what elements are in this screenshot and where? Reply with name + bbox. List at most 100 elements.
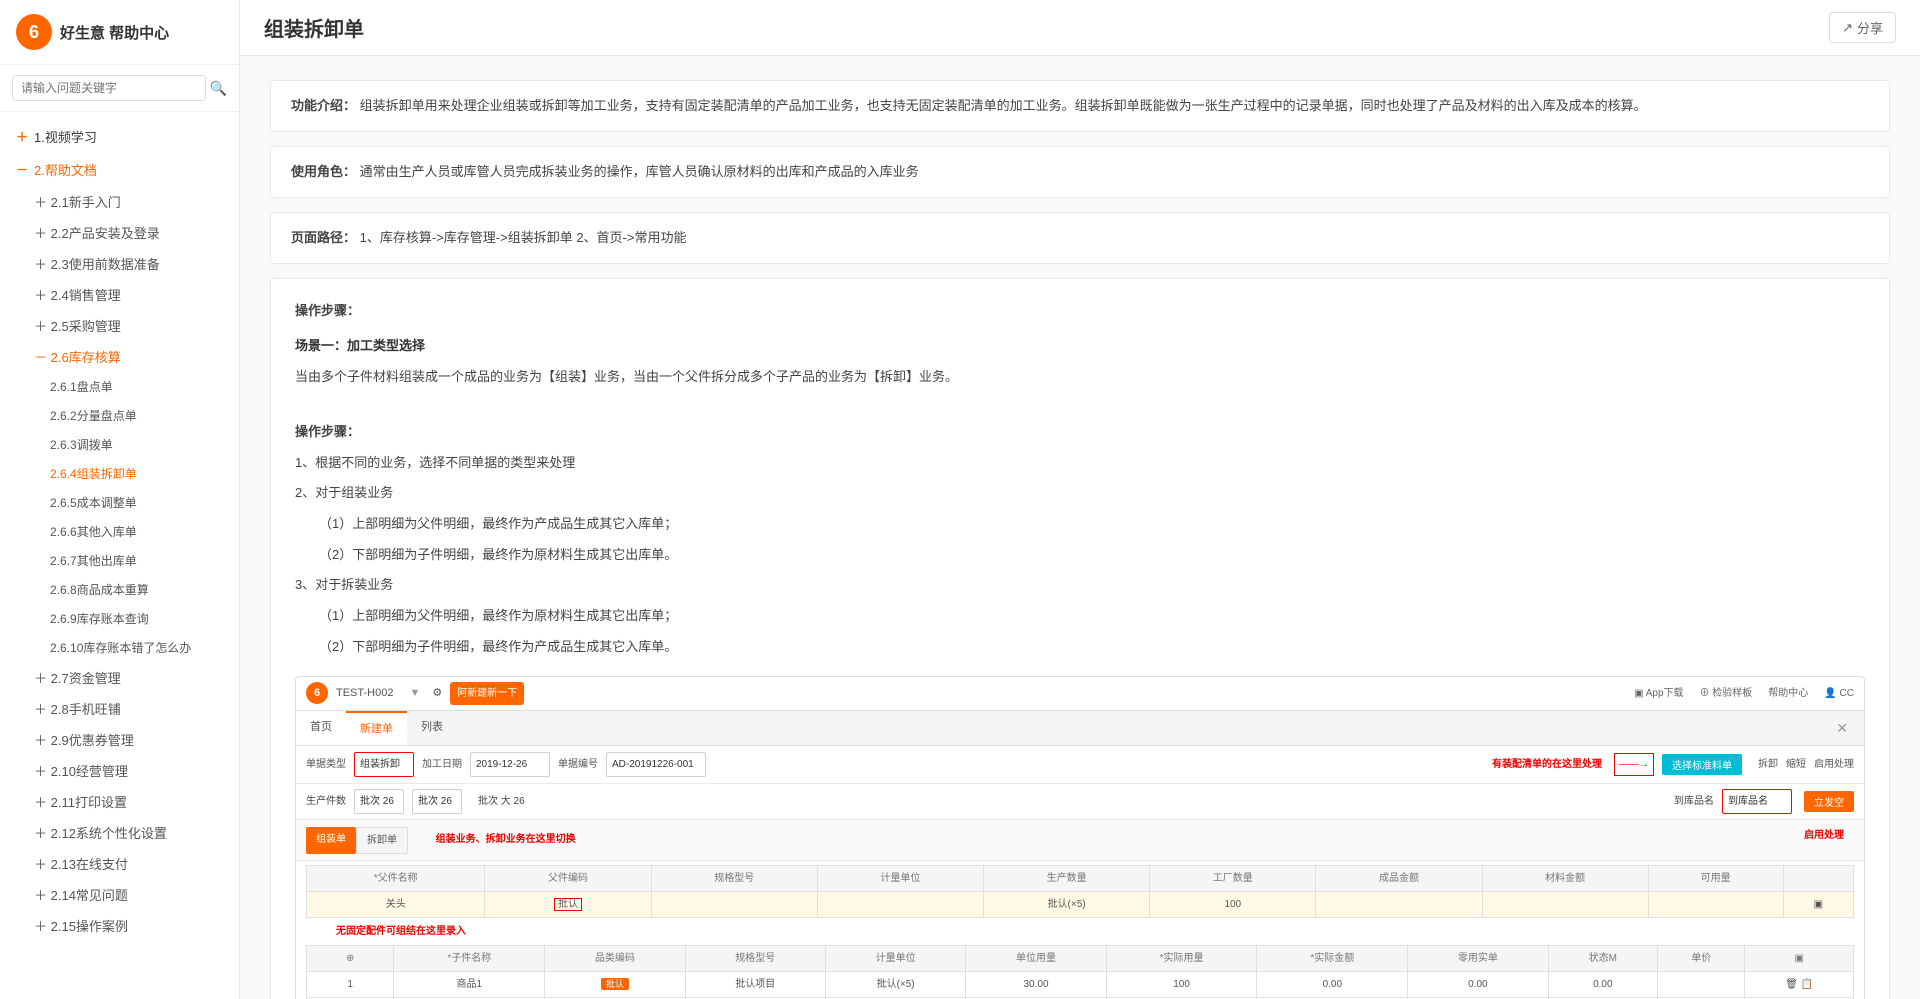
mock-type-input[interactable]: 组装拆卸	[354, 752, 414, 777]
operations-content: 操作步骤： 场景一：加工类型选择 当由多个子件材料组装成一个成品的业务为【组装】…	[270, 278, 1890, 999]
mock-select-std-btn[interactable]: 选择标准料单	[1662, 754, 1742, 775]
mock-lr-1-3: 批认项目	[685, 972, 825, 998]
mock-lr-1-0: 1	[307, 972, 394, 998]
mock-confirm-btn[interactable]: 立发空	[1804, 791, 1854, 812]
plus-icon-2-15: ＋	[34, 919, 47, 934]
mock-upper-cell-1-6: 100	[1150, 892, 1316, 918]
sidebar-item-2-1[interactable]: ＋ 2.1新手入门	[0, 186, 239, 217]
step2: 2、对于组装业务	[295, 481, 1865, 506]
sidebar-item-2-11[interactable]: ＋ 2.11打印设置	[0, 786, 239, 817]
mock-nav-help: ⊕ 检验样板	[1700, 684, 1753, 703]
minus-icon: －	[16, 161, 28, 178]
sidebar-item-2-6-3[interactable]: 2.6.3调拨单	[0, 430, 239, 459]
sidebar-item-2-8[interactable]: ＋ 2.8手机旺铺	[0, 693, 239, 724]
mock-tab-home[interactable]: 首页	[296, 711, 346, 746]
mock-annotation-2: 组装业务、拆卸业务在这里切换	[436, 834, 576, 845]
mock-tab-new[interactable]: 新建单	[346, 711, 407, 746]
path-label: 页面路径：	[291, 230, 356, 245]
sidebar-item-2-14[interactable]: ＋ 2.14常见问题	[0, 879, 239, 910]
sidebar-item-2-4[interactable]: ＋ 2.4销售管理	[0, 279, 239, 310]
sidebar-item-2-12[interactable]: ＋ 2.12系统个性化设置	[0, 817, 239, 848]
mock-count3-label: 批次 大 26	[478, 792, 525, 811]
mock-avatar: 👤 CC	[1824, 684, 1854, 703]
mock-lr-1-11: 🗑 📋	[1745, 972, 1854, 998]
mock-dept-label: 到库品名	[1674, 792, 1714, 811]
steps-title: 操作步骤：	[295, 420, 1865, 445]
plus-icon-2-5: ＋	[34, 319, 47, 334]
sidebar-item-2[interactable]: － 2.帮助文档	[0, 153, 239, 186]
main-content: 功能介绍： 组装拆卸单用来处理企业组装或拆卸等加工业务，支持有固定装配清单的产品…	[240, 56, 1920, 999]
search-input[interactable]	[12, 75, 206, 101]
plus-icon-2-11: ＋	[34, 795, 47, 810]
sidebar-item-2-6-6[interactable]: 2.6.6其他入库单	[0, 517, 239, 546]
sidebar-item-2-6-10[interactable]: 2.6.10库存账本错了怎么办	[0, 633, 239, 662]
mock-upper-table-area: *父件名称 父件编码 规格型号 计量单位 生产数量 工厂数量 成品金额 材料金额…	[296, 861, 1864, 920]
sidebar-item-1[interactable]: ＋ 1.视频学习	[0, 120, 239, 153]
sidebar-item-2-7[interactable]: ＋ 2.7资金管理	[0, 662, 239, 693]
mock-lr-1-4: 批认(×5)	[825, 972, 965, 998]
mock-tab-list[interactable]: 列表	[407, 711, 457, 746]
mock-count2-input[interactable]: 批次 26	[412, 789, 462, 814]
mock-proc2-label: 缩短	[1786, 755, 1806, 774]
sidebar-item-2-3[interactable]: ＋ 2.3使用前数据准备	[0, 248, 239, 279]
mock-type-label: 单据类型	[306, 755, 346, 774]
mock-badge: 阿新建新一下	[450, 682, 524, 705]
mock-btn-disassembly[interactable]: 拆卸单	[356, 827, 408, 854]
sidebar-item-2-5[interactable]: ＋ 2.5采购管理	[0, 310, 239, 341]
sidebar-item-2-6-8[interactable]: 2.6.8商品成本重算	[0, 575, 239, 604]
mock-th-6: 工厂数量	[1150, 866, 1316, 892]
sidebar-item-2-6-4[interactable]: 2.6.4组装拆卸单	[0, 459, 239, 488]
mock-upper-row-1: 关头 批认 批认(×5) 100 ▣	[307, 892, 1854, 918]
sidebar-item-2-6-9[interactable]: 2.6.9库存账本查询	[0, 604, 239, 633]
plus-icon-2-9: ＋	[34, 733, 47, 748]
sidebar-item-2-13[interactable]: ＋ 2.13在线支付	[0, 848, 239, 879]
sidebar-item-2-10[interactable]: ＋ 2.10经营管理	[0, 755, 239, 786]
mock-th-9: 可用量	[1648, 866, 1783, 892]
mock-btn-assembly[interactable]: 组装单	[306, 827, 356, 854]
mock-lr-1-6: 100	[1106, 972, 1257, 998]
sidebar-item-label: 1.视频学习	[34, 127, 97, 146]
mock-annotation-1: 有装配清单的在这里处理	[1492, 755, 1602, 774]
mock-lower-row-1: 1 商品1 批认 批认项目 批认(×5) 30.00 100 0.00 0.00	[307, 972, 1854, 998]
mock-lth-3: 规格型号	[685, 946, 825, 972]
plus-icon-2-2: ＋	[34, 226, 47, 241]
sidebar-item-2-6[interactable]: － 2.6库存核算	[0, 341, 239, 372]
path-block: 页面路径： 1、库存核算->库存管理->组装拆卸单 2、首页->常用功能	[270, 212, 1890, 264]
mock-order-input[interactable]: AD-20191226-001	[606, 752, 706, 777]
mock-nav-app: ▣ App下载	[1634, 684, 1683, 703]
mock-date-input[interactable]: 2019-12-26	[470, 752, 550, 777]
sidebar-item-2-6-1[interactable]: 2.6.1盘点单	[0, 372, 239, 401]
search-button[interactable]: 🔍	[210, 80, 227, 97]
mock-lth-9: 状态M	[1548, 946, 1658, 972]
mock-proc3-label: 启用处理	[1814, 755, 1854, 774]
mock-form-row-2: 生产件数 批次 26 批次 26 批次 大 26 到库品名 到库品名 立发空	[296, 784, 1864, 820]
sidebar-item-2-9[interactable]: ＋ 2.9优惠券管理	[0, 724, 239, 755]
mock-th-5: 生产数量	[984, 866, 1150, 892]
step3-sub2: （2）下部明细为子件明细，最终作为产成品生成其它入库单。	[295, 635, 1865, 660]
logo-text: 好生意 帮助中心	[60, 22, 169, 43]
operations-title: 操作步骤：	[295, 299, 1865, 324]
sidebar-item-2-15[interactable]: ＋ 2.15操作案例	[0, 910, 239, 941]
mock-proc-label: 拆卸	[1758, 755, 1778, 774]
sidebar-item-2-6-2[interactable]: 2.6.2分量盘点单	[0, 401, 239, 430]
plus-icon-2-4: ＋	[34, 288, 47, 303]
mock-date-label: 加工日期	[422, 755, 462, 774]
sidebar-item-2-6-5[interactable]: 2.6.5成本调整单	[0, 488, 239, 517]
mock-tabs: 首页 新建单 列表	[296, 711, 1828, 746]
sidebar-item-2-2[interactable]: ＋ 2.2产品安装及登录	[0, 217, 239, 248]
mock-th-10	[1783, 866, 1853, 892]
mock-lth-5: 单位用量	[966, 946, 1106, 972]
function-label: 功能介绍：	[291, 98, 356, 113]
share-button[interactable]: ↗ 分享	[1829, 12, 1896, 43]
plus-icon-2-10: ＋	[34, 764, 47, 779]
main: 组装拆卸单 ↗ 分享 功能介绍： 组装拆卸单用来处理企业组装或拆卸等加工业务，支…	[240, 0, 1920, 999]
sidebar-item-label: 2.帮助文档	[34, 160, 97, 179]
mock-count-input[interactable]: 批次 26	[354, 789, 404, 814]
sidebar-item-2-6-7[interactable]: 2.6.7其他出库单	[0, 546, 239, 575]
mock-count-label: 生产件数	[306, 792, 346, 811]
path-text: 1、库存核算->库存管理->组装拆卸单 2、首页->常用功能	[360, 230, 687, 245]
mock-lr-1-9: 0.00	[1548, 972, 1658, 998]
mock-close-icon[interactable]: ✕	[1828, 711, 1856, 746]
mock-dept-input[interactable]: 到库品名	[1722, 789, 1792, 814]
scene1-desc: 当由多个子件材料组装成一个成品的业务为【组装】业务，当由一个父件拆分成多个子产品…	[295, 365, 1865, 390]
